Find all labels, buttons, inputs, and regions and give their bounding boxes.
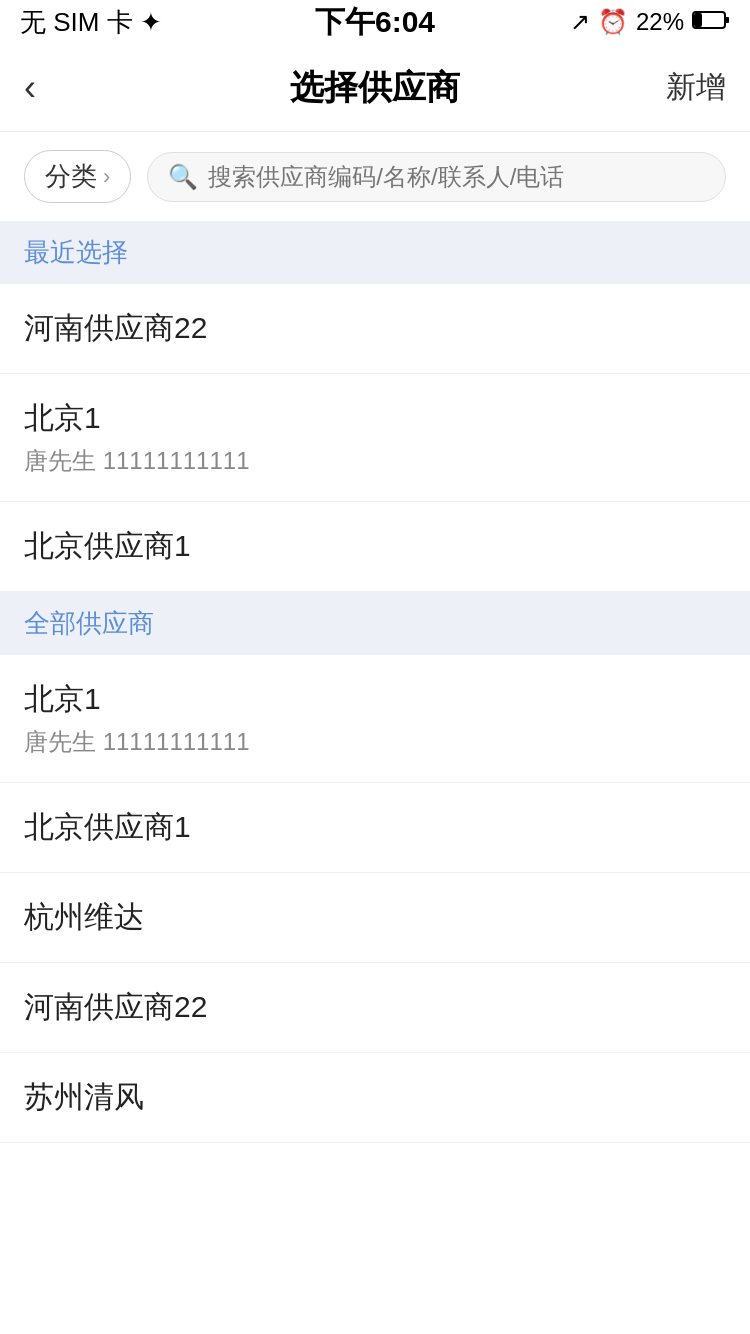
search-icon: 🔍 bbox=[168, 163, 198, 191]
list-item[interactable]: 北京供应商1 bbox=[0, 502, 750, 592]
svg-rect-2 bbox=[694, 13, 702, 27]
list-item[interactable]: 杭州维达 bbox=[0, 873, 750, 963]
item-name: 北京1 bbox=[24, 398, 726, 439]
item-name: 河南供应商22 bbox=[24, 987, 726, 1028]
list-item[interactable]: 北京1 唐先生 11111111111 bbox=[0, 655, 750, 783]
nav-bar: ‹ 选择供应商 新增 bbox=[0, 44, 750, 132]
list-item[interactable]: 北京1 唐先生 11111111111 bbox=[0, 374, 750, 502]
battery-text: 22% bbox=[636, 8, 684, 36]
list-item[interactable]: 河南供应商22 bbox=[0, 284, 750, 374]
item-name: 北京供应商1 bbox=[24, 807, 726, 848]
battery-icon bbox=[692, 8, 730, 36]
item-name: 杭州维达 bbox=[24, 897, 726, 938]
list-item[interactable]: 河南供应商22 bbox=[0, 963, 750, 1053]
recent-section-header: 最近选择 bbox=[0, 221, 750, 284]
item-name: 北京供应商1 bbox=[24, 526, 726, 567]
item-sub: 唐先生 11111111111 bbox=[24, 726, 726, 758]
status-left: 无 SIM 卡 ✦ bbox=[20, 5, 162, 40]
filter-bar: 分类 › 🔍 bbox=[0, 132, 750, 221]
list-item[interactable]: 苏州清风 bbox=[0, 1053, 750, 1143]
list-item[interactable]: 北京供应商1 bbox=[0, 783, 750, 873]
alarm-icon: ⏰ bbox=[598, 8, 628, 36]
search-box[interactable]: 🔍 bbox=[147, 152, 726, 202]
status-bar: 无 SIM 卡 ✦ 下午6:04 ↗ ⏰ 22% bbox=[0, 0, 750, 44]
item-name: 苏州清风 bbox=[24, 1077, 726, 1118]
chevron-icon: › bbox=[103, 164, 110, 190]
item-name: 北京1 bbox=[24, 679, 726, 720]
status-time: 下午6:04 bbox=[315, 2, 435, 43]
item-name: 河南供应商22 bbox=[24, 308, 726, 349]
status-right: ↗ ⏰ 22% bbox=[570, 8, 730, 36]
search-input[interactable] bbox=[208, 163, 705, 191]
svg-rect-1 bbox=[725, 17, 729, 23]
all-list: 北京1 唐先生 11111111111 北京供应商1 杭州维达河南供应商22 苏州清风 bbox=[0, 655, 750, 1143]
no-sim-text: 无 SIM 卡 ✦ bbox=[20, 5, 162, 40]
all-section-header: 全部供应商 bbox=[0, 592, 750, 655]
location-icon: ↗ bbox=[570, 8, 590, 36]
category-filter[interactable]: 分类 › bbox=[24, 150, 131, 203]
item-sub: 唐先生 11111111111 bbox=[24, 445, 726, 477]
back-button[interactable]: ‹ bbox=[24, 67, 84, 109]
recent-section-label: 最近选择 bbox=[24, 237, 128, 267]
page-title: 选择供应商 bbox=[290, 65, 460, 111]
category-label: 分类 bbox=[45, 159, 97, 194]
all-section-label: 全部供应商 bbox=[24, 608, 154, 638]
recent-list: 河南供应商22 北京1 唐先生 11111111111 北京供应商1 bbox=[0, 284, 750, 592]
add-button[interactable]: 新增 bbox=[666, 67, 726, 108]
